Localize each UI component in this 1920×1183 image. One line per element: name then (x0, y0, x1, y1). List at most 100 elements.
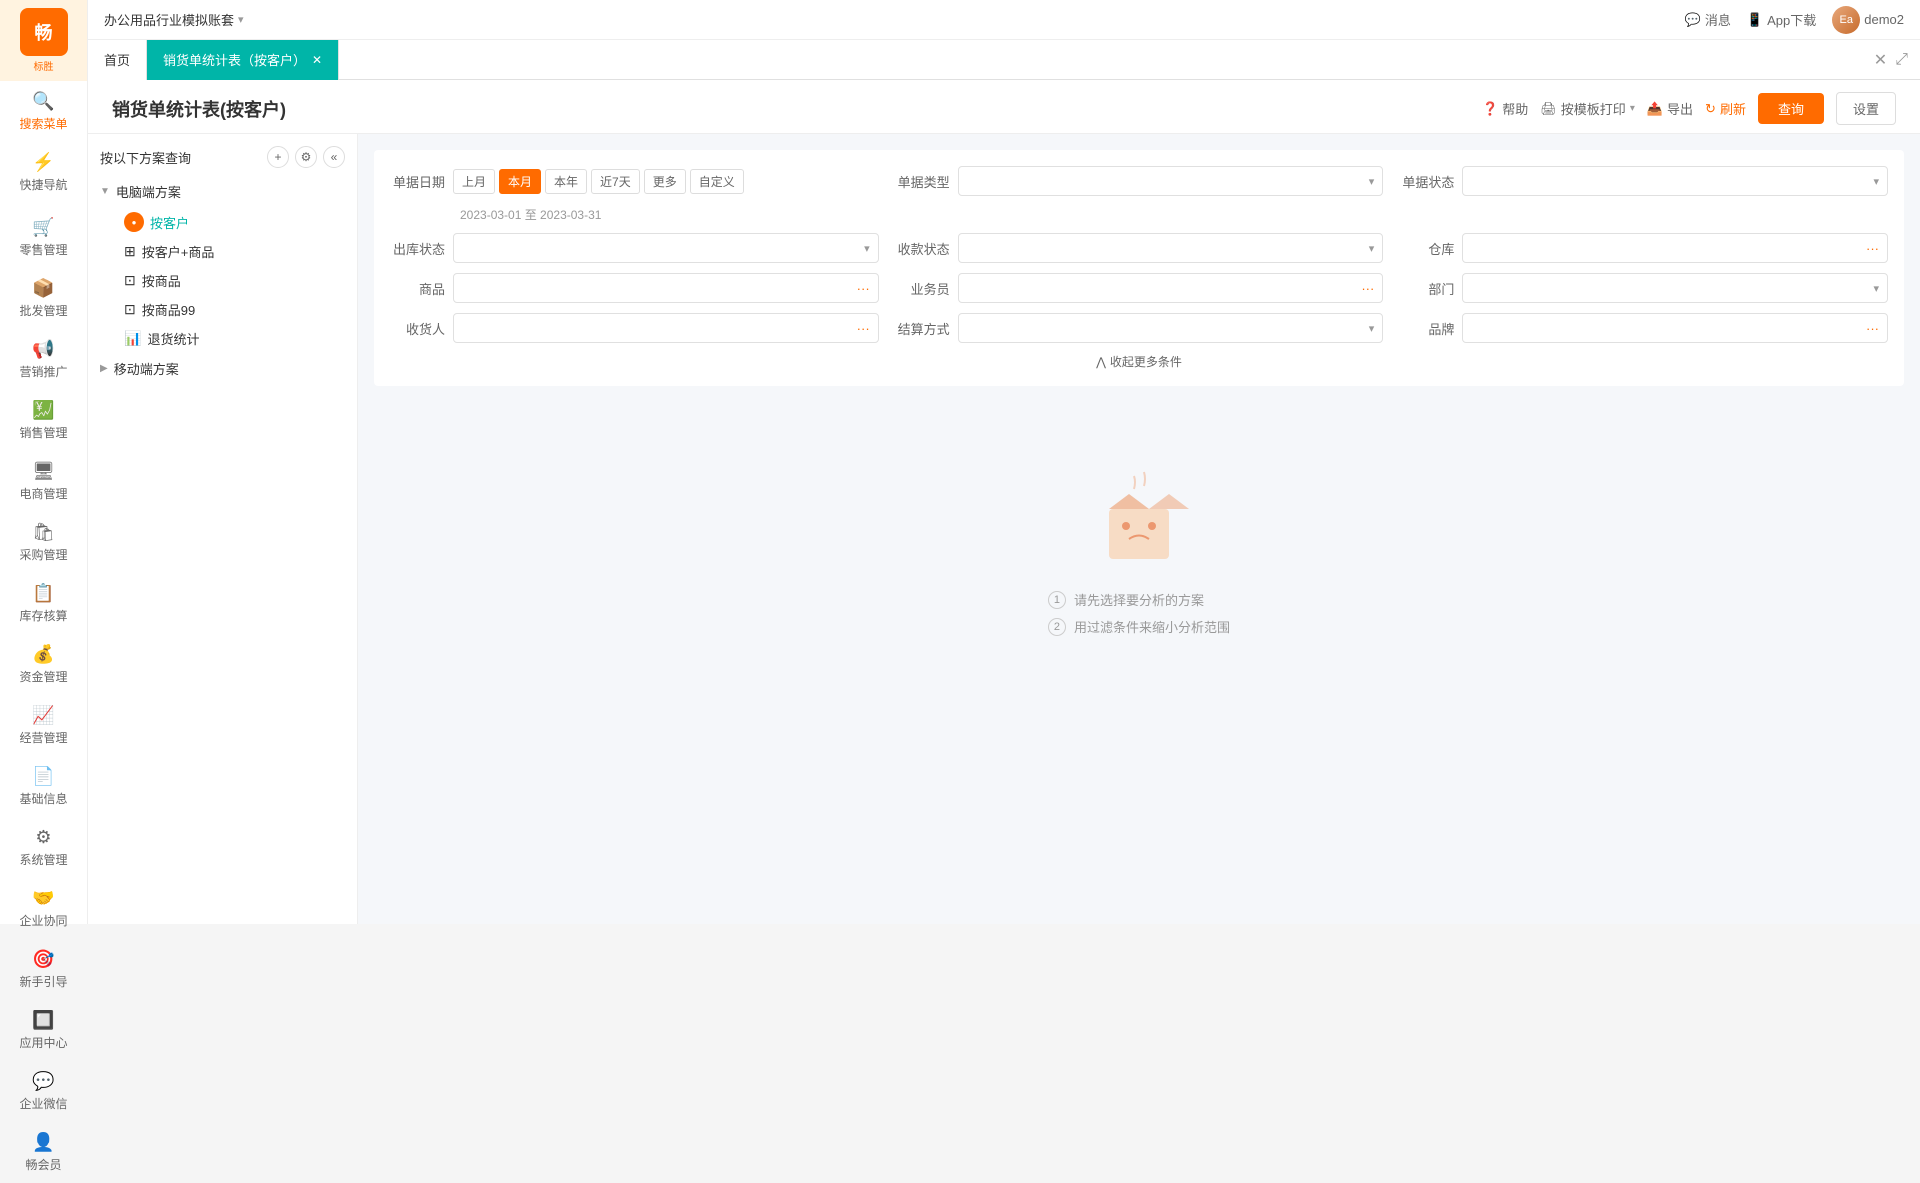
export-label: 导出 (1667, 99, 1693, 118)
sidebar-item-basic[interactable]: 📄 基础信息 (0, 756, 87, 817)
print-dropdown-icon: ▾ (1630, 103, 1635, 114)
scheme-by-customer[interactable]: ● 按客户 (116, 207, 357, 237)
doc-status-label: 单据状态 (1399, 172, 1454, 191)
sidebar-appstore-label: 应用中心 (19, 1034, 67, 1051)
date-btn-7days[interactable]: 近7天 (591, 169, 640, 194)
tab-sales-stats-label: 销货单统计表（按客户） (163, 50, 306, 69)
doc-status-filter-item: 单据状态 ▾ (1399, 166, 1888, 196)
query-button[interactable]: 查询 (1758, 93, 1824, 124)
right-panel: 单据日期 上月 本月 本年 近7天 更多 自定义 单据类型 (358, 134, 1920, 924)
scheme-goods-label: 按商品 (142, 271, 181, 290)
tab-close-button[interactable]: ✕ (312, 53, 322, 67)
empty-tip-2: 2 用过滤条件来缩小分析范围 (1048, 617, 1230, 636)
scheme-by-customer-goods[interactable]: ⊞ 按客户+商品 (116, 237, 357, 266)
doc-type-input[interactable]: ▾ (958, 166, 1384, 196)
sidebar-item-member[interactable]: 👤 畅会员 (0, 1122, 87, 1183)
collapse-button[interactable]: ⋀ 收起更多条件 (1096, 353, 1182, 370)
scheme-by-goods[interactable]: ⊡ 按商品 (116, 266, 357, 295)
scheme-return-stats[interactable]: 📊 退货统计 (116, 324, 357, 353)
sidebar-item-wechat[interactable]: 💬 企业微信 (0, 1061, 87, 1122)
export-icon: 📤 (1647, 101, 1663, 117)
goods-input[interactable]: ··· (453, 273, 879, 303)
page-title: 销货单统计表(按客户) (112, 96, 286, 122)
receiver-input[interactable]: ··· (453, 313, 879, 343)
scheme-return-icon: 📊 (124, 330, 141, 347)
refresh-button[interactable]: ↻ 刷新 (1705, 99, 1746, 118)
sidebar-marketing-label: 营销推广 (19, 363, 67, 380)
user-area[interactable]: Ea demo2 (1832, 6, 1904, 34)
quicknav-icon: ⚡ (32, 152, 54, 173)
sidebar-wechat-label: 企业微信 (19, 1095, 67, 1112)
settlement-input[interactable]: ▾ (958, 313, 1384, 343)
out-status-input[interactable]: ▾ (453, 233, 879, 263)
date-btn-this-year[interactable]: 本年 (545, 169, 587, 194)
app-download-button[interactable]: 📱 App下载 (1747, 10, 1816, 29)
empty-tip-1: 1 请先选择要分析的方案 (1048, 590, 1230, 609)
scheme-by-goods99[interactable]: ⊡ 按商品99 (116, 295, 357, 324)
sidebar-item-search[interactable]: 🔍 搜索菜单 (0, 81, 87, 142)
sidebar-item-sales[interactable]: 💹 销售管理 (0, 390, 87, 451)
warehouse-input[interactable]: ··· (1462, 233, 1888, 263)
sidebar-item-cooperation[interactable]: 🤝 企业协同 (0, 878, 87, 939)
doc-status-input[interactable]: ▾ (1462, 166, 1888, 196)
message-label: 消息 (1705, 10, 1731, 29)
sidebar-retail-label: 零售管理 (19, 241, 67, 258)
brand-input[interactable]: ··· (1462, 313, 1888, 343)
tab-home[interactable]: 首页 (88, 40, 147, 80)
sidebar-item-ecommerce[interactable]: 🖥 电商管理 (0, 451, 87, 512)
message-button[interactable]: 💬 消息 (1685, 10, 1731, 29)
maximize-icon[interactable]: ⤢ (1895, 51, 1908, 69)
print-icon: 🖨 (1540, 101, 1557, 117)
dept-input[interactable]: ▾ (1462, 273, 1888, 303)
empty-state: 1 请先选择要分析的方案 2 用过滤条件来缩小分析范围 (374, 394, 1904, 696)
sidebar-item-finance[interactable]: 💰 资金管理 (0, 634, 87, 695)
print-button[interactable]: 🖨 按模板打印 ▾ (1540, 99, 1635, 118)
sidebar-item-appstore[interactable]: 🔲 应用中心 (0, 1000, 87, 1061)
tree-section-desktop[interactable]: ▼ 电脑端方案 (88, 176, 357, 207)
tree-section-mobile[interactable]: ▶ 移动端方案 (88, 353, 357, 384)
sidebar-item-purchase[interactable]: 🛍 采购管理 (0, 512, 87, 573)
left-panel: 按以下方案查询 + ⚙ « ▼ 电脑端方案 ● (88, 134, 358, 924)
receipt-status-input[interactable]: ▾ (958, 233, 1384, 263)
scheme-goods-icon: ⊡ (124, 272, 136, 289)
search-icon: 🔍 (32, 91, 54, 112)
sidebar-item-wholesale[interactable]: 📦 批发管理 (0, 268, 87, 329)
scheme-customer-label: 按客户 (150, 213, 189, 232)
close-window-icon[interactable]: ✕ (1874, 50, 1887, 70)
sidebar-item-business[interactable]: 📈 经营管理 (0, 695, 87, 756)
tip-text-2: 用过滤条件来缩小分析范围 (1074, 617, 1230, 636)
scheme-goods99-label: 按商品99 (142, 300, 195, 319)
date-btn-custom[interactable]: 自定义 (690, 169, 744, 194)
export-button[interactable]: 📤 导出 (1647, 99, 1693, 118)
sidebar-item-retail[interactable]: 🛒 零售管理 (0, 207, 87, 268)
sidebar-item-system[interactable]: ⚙ 系统管理 (0, 817, 87, 878)
date-btn-this-month[interactable]: 本月 (499, 169, 541, 194)
doc-status-chevron: ▾ (1873, 175, 1879, 188)
collapse-label: 收起更多条件 (1110, 353, 1182, 370)
sidebar-item-marketing[interactable]: 📢 营销推广 (0, 329, 87, 390)
sidebar-basic-label: 基础信息 (19, 790, 67, 807)
date-btn-more[interactable]: 更多 (644, 169, 686, 194)
message-icon: 💬 (1685, 12, 1701, 28)
scheme-return-label: 退货统计 (147, 329, 199, 348)
sidebar-item-newbie[interactable]: 🎯 新手引导 (0, 939, 87, 1000)
date-btn-last-month[interactable]: 上月 (453, 169, 495, 194)
breadcrumb-dropdown-icon[interactable]: ▾ (238, 13, 244, 26)
brand-filter-item: 品牌 ··· (1399, 313, 1888, 343)
help-button[interactable]: ❓ 帮助 (1482, 99, 1528, 118)
collapse-panel-button[interactable]: « (323, 146, 345, 168)
sidebar-purchase-label: 采购管理 (19, 546, 67, 563)
salesperson-input[interactable]: ··· (958, 273, 1384, 303)
tab-sales-stats[interactable]: 销货单统计表（按客户） ✕ (147, 40, 339, 80)
sidebar-item-inventory[interactable]: 📋 库存核算 (0, 573, 87, 634)
add-scheme-button[interactable]: + (267, 146, 289, 168)
setting-button[interactable]: 设置 (1836, 92, 1896, 125)
purchase-icon: 🛍 (32, 522, 55, 543)
system-icon: ⚙ (35, 827, 51, 848)
scheme-settings-button[interactable]: ⚙ (295, 146, 317, 168)
sidebar-item-quicknav[interactable]: ⚡ 快捷导航 (0, 142, 87, 203)
breadcrumb: 办公用品行业模拟账套 ▾ (104, 10, 244, 29)
date-filter-item: 单据日期 上月 本月 本年 近7天 更多 自定义 (390, 169, 879, 194)
scheme-goods99-icon: ⊡ (124, 301, 136, 318)
empty-tips: 1 请先选择要分析的方案 2 用过滤条件来缩小分析范围 (1048, 590, 1230, 636)
